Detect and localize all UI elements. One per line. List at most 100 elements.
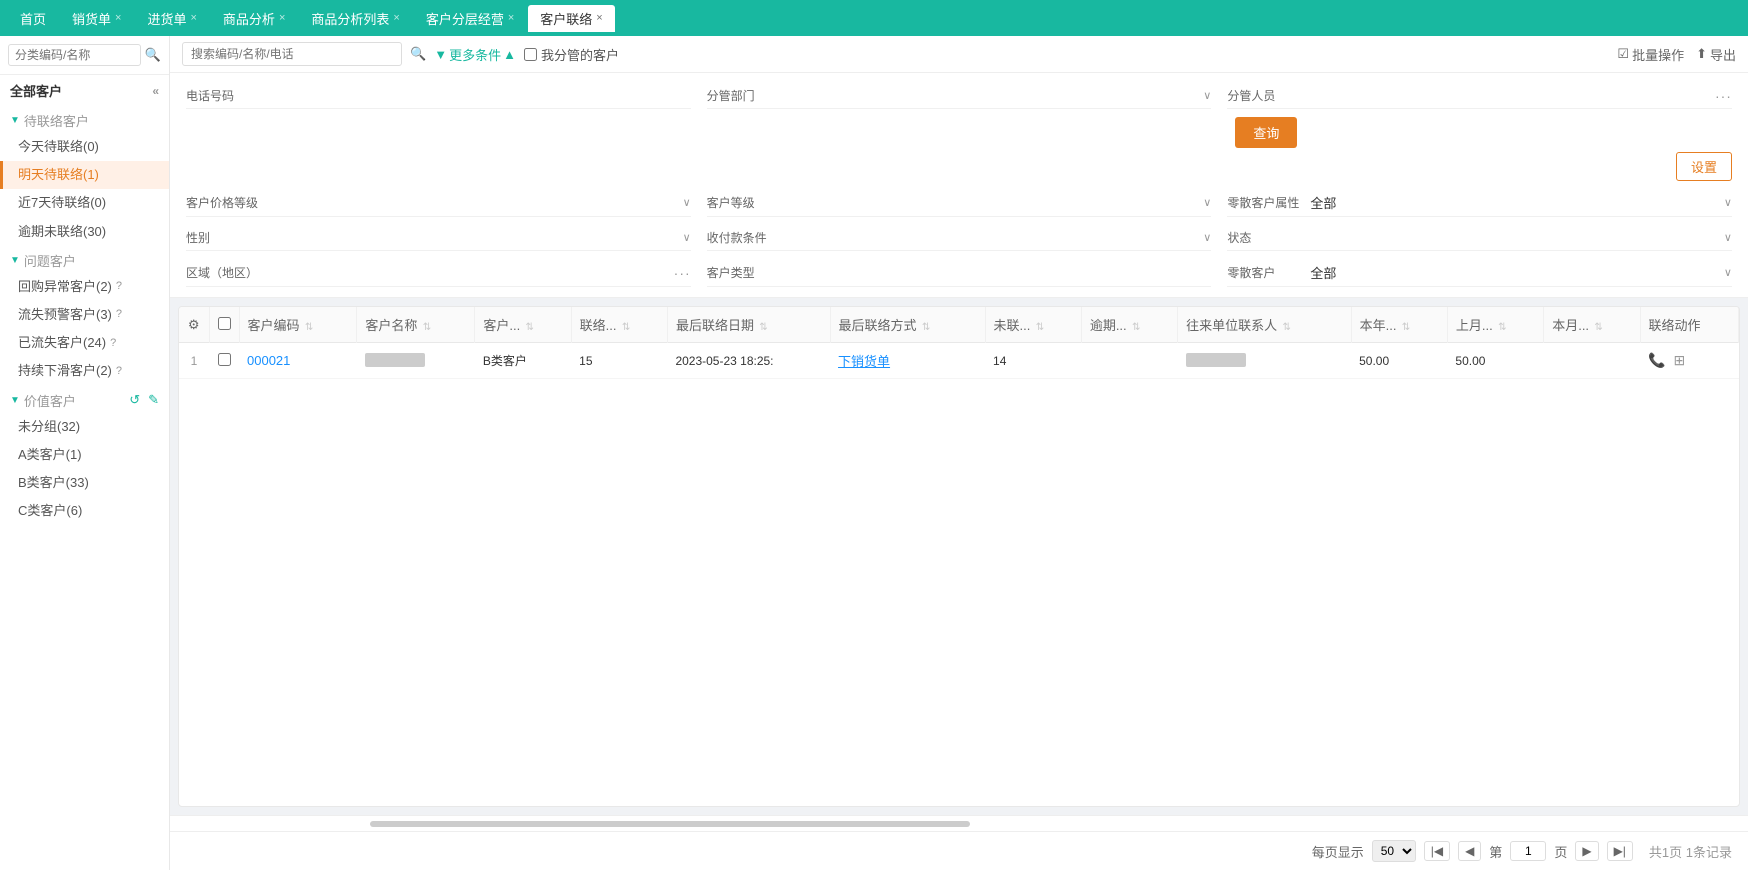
close-icon[interactable]: × — [190, 12, 196, 24]
col-customer-type: 客户... ⇅ — [475, 307, 571, 343]
sidebar-item-overdue-pending[interactable]: 逾期未联络(30) — [0, 218, 169, 246]
page-size-select[interactable]: 50 — [1372, 840, 1416, 862]
sort-icon[interactable]: ⇅ — [1282, 322, 1290, 333]
sidebar-item-ungrouped[interactable]: 未分组(32) — [0, 413, 169, 441]
my-customers-checkbox[interactable] — [524, 48, 537, 61]
status-value[interactable]: ∨ — [1310, 231, 1732, 244]
filter-price-level: 客户价格等级 ∨ — [186, 189, 691, 217]
sidebar-search-input[interactable] — [8, 44, 141, 66]
filter-icon: ▼ — [434, 47, 447, 62]
main-search-button[interactable]: 🔍 — [410, 46, 426, 62]
sidebar-item-churn-warning[interactable]: 流失预警客户(3) ? — [0, 301, 169, 329]
dept-value[interactable]: ∨ — [790, 89, 1212, 102]
first-page-button[interactable]: |◀ — [1424, 841, 1450, 861]
nav-product-analysis-list[interactable]: 商品分析列表 × — [299, 5, 411, 32]
sort-icon[interactable]: ⇅ — [1498, 322, 1506, 333]
more-icon[interactable]: ··· — [674, 265, 691, 281]
close-icon[interactable]: × — [279, 12, 285, 24]
filter-customer-type: 客户类型 — [707, 259, 1212, 287]
horizontal-scrollbar[interactable] — [170, 815, 1748, 831]
sort-icon[interactable]: ⇅ — [1132, 322, 1140, 333]
close-icon[interactable]: × — [508, 12, 514, 24]
sidebar-item-7days-pending[interactable]: 近7天待联络(0) — [0, 189, 169, 217]
sort-icon[interactable]: ⇅ — [759, 322, 767, 333]
nav-customer-stratification[interactable]: 客户分层经营 × — [414, 5, 526, 32]
person-value[interactable]: ··· — [1310, 88, 1732, 104]
filter-gender: 性别 ∨ — [186, 225, 691, 251]
col-last-contact-date: 最后联络日期 ⇅ — [667, 307, 830, 343]
prev-page-button[interactable]: ◀ — [1458, 841, 1481, 861]
sidebar-item-class-c[interactable]: C类客户(6) — [0, 497, 169, 525]
sidebar-item-tomorrow-pending[interactable]: 明天待联络(1) — [0, 161, 169, 189]
set-button[interactable]: 设置 — [1676, 152, 1732, 181]
more-conditions-button[interactable]: ▼ 更多条件 ▲ — [434, 45, 516, 64]
sort-icon[interactable]: ⇅ — [1402, 322, 1410, 333]
price-level-value[interactable]: ∨ — [269, 196, 691, 209]
export-button[interactable]: ⬆ 导出 — [1696, 45, 1736, 64]
nav-customer-contact[interactable]: 客户联络 × — [528, 5, 614, 32]
close-icon[interactable]: × — [115, 12, 121, 24]
nav-sales-order[interactable]: 销货单 × — [60, 5, 133, 32]
close-icon[interactable]: × — [596, 12, 602, 24]
nav-purchase-order[interactable]: 进货单 × — [135, 5, 208, 32]
sidebar-item-churned[interactable]: 已流失客户(24) ? — [0, 329, 169, 357]
sidebar-item-declining[interactable]: 持续下滑客户(2) ? — [0, 357, 169, 385]
help-icon[interactable]: ? — [110, 336, 116, 351]
help-icon[interactable]: ? — [116, 364, 122, 379]
select-all-checkbox[interactable] — [218, 317, 231, 330]
sort-icon[interactable]: ⇅ — [1594, 322, 1602, 333]
settings-column-header[interactable]: ⚙ — [179, 307, 209, 343]
checkbox-column-header[interactable] — [209, 307, 239, 343]
sort-icon[interactable]: ⇅ — [526, 322, 534, 333]
nav-home[interactable]: 首页 — [8, 5, 58, 32]
customer-code-link[interactable]: 000021 — [247, 353, 290, 368]
sidebar-search-button[interactable]: 🔍 — [145, 47, 161, 63]
last-page-button[interactable]: ▶| — [1607, 841, 1633, 861]
region-value[interactable]: ··· — [269, 265, 691, 281]
customer-name-cell — [357, 343, 475, 379]
edit-icon[interactable]: ✎ — [148, 392, 159, 408]
sort-icon[interactable]: ⇅ — [423, 322, 431, 333]
nav-product-analysis[interactable]: 商品分析 × — [211, 5, 297, 32]
customer-type-cell: B类客户 — [475, 343, 571, 379]
row-checkbox-cell[interactable] — [209, 343, 239, 379]
sort-icon[interactable]: ⇅ — [305, 322, 313, 333]
grid-action-icon[interactable]: ⊞ — [1673, 352, 1685, 369]
close-icon[interactable]: × — [393, 12, 399, 24]
all-customers-label: 全部客户 — [10, 81, 62, 100]
col-contact-count: 联络... ⇅ — [571, 307, 667, 343]
next-page-button[interactable]: ▶ — [1575, 841, 1598, 861]
page-number-input[interactable] — [1510, 841, 1546, 861]
payment-label: 收付款条件 — [707, 229, 782, 246]
row-checkbox[interactable] — [218, 353, 231, 366]
main-search-input[interactable] — [182, 42, 402, 66]
sidebar-item-class-b[interactable]: B类客户(33) — [0, 469, 169, 497]
nav-product-analysis-label: 商品分析 — [223, 9, 275, 28]
customer-level-value[interactable]: ∨ — [790, 196, 1212, 209]
gender-value[interactable]: ∨ — [269, 231, 691, 244]
more-icon[interactable]: ··· — [1715, 88, 1732, 104]
retail-attr-value[interactable]: 全部 ∨ — [1310, 193, 1732, 212]
sort-icon[interactable]: ⇅ — [622, 322, 630, 333]
phone-action-icon[interactable]: 📞 — [1648, 352, 1665, 369]
gear-icon[interactable]: ⚙ — [188, 317, 200, 332]
refresh-icon[interactable]: ↺ — [129, 392, 140, 408]
help-icon[interactable]: ? — [116, 279, 122, 294]
all-customers-section[interactable]: 全部客户 « — [0, 75, 169, 106]
sidebar-item-class-a[interactable]: A类客户(1) — [0, 441, 169, 469]
help-icon[interactable]: ? — [116, 307, 122, 322]
sort-icon[interactable]: ⇅ — [1036, 322, 1044, 333]
last-contact-method-link[interactable]: 下销货单 — [838, 354, 890, 369]
contact-count-cell: 15 — [571, 343, 667, 379]
scroll-thumb[interactable] — [370, 821, 970, 827]
my-customers-checkbox-label[interactable]: 我分管的客户 — [524, 45, 619, 64]
batch-operation-button[interactable]: ☑ 批量操作 — [1617, 45, 1684, 64]
sidebar-item-today-pending[interactable]: 今天待联络(0) — [0, 133, 169, 161]
sort-icon[interactable]: ⇅ — [922, 322, 930, 333]
contact-person-blurred — [1186, 353, 1246, 367]
collapse-icon[interactable]: « — [152, 84, 159, 98]
payment-value[interactable]: ∨ — [790, 231, 1212, 244]
query-button[interactable]: 查询 — [1235, 117, 1297, 148]
retail-customer-value[interactable]: 全部 ∨ — [1310, 263, 1732, 282]
sidebar-item-repurchase-abnormal[interactable]: 回购异常客户(2) ? — [0, 273, 169, 301]
